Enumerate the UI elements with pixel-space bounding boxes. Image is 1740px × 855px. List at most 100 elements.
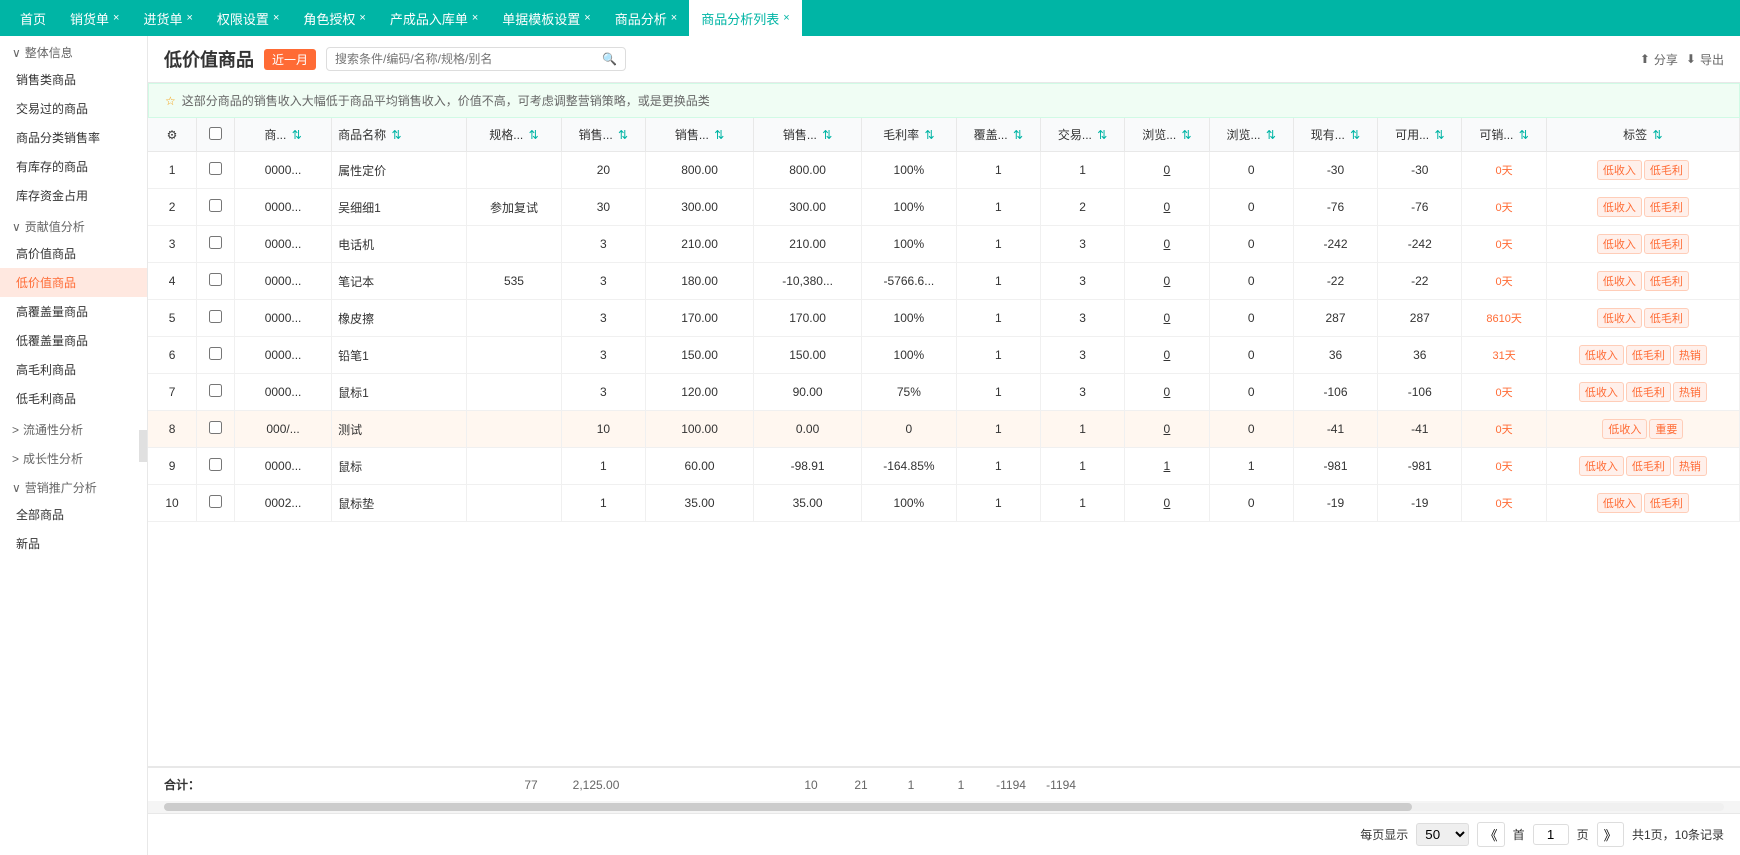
- filter-tag-recent[interactable]: 近一月: [264, 49, 316, 70]
- row-checkbox[interactable]: [209, 199, 222, 212]
- nav-close-product[interactable]: ×: [472, 12, 478, 24]
- cell-code[interactable]: 0000...: [234, 189, 331, 226]
- cell-code[interactable]: 000/...: [234, 411, 331, 448]
- row-checkbox[interactable]: [209, 347, 222, 360]
- cell-browse1[interactable]: 0: [1125, 189, 1209, 226]
- cell-name[interactable]: 橡皮擦: [332, 300, 467, 337]
- row-checkbox[interactable]: [209, 384, 222, 397]
- cell-code[interactable]: 0000...: [234, 226, 331, 263]
- sidebar-item-sales-goods[interactable]: 销售类商品: [0, 65, 147, 94]
- nav-close-goods-analysis[interactable]: ×: [671, 12, 677, 24]
- cell-name[interactable]: 属性定价: [332, 152, 467, 189]
- select-all-checkbox[interactable]: [209, 127, 222, 140]
- cell-code[interactable]: 0000...: [234, 152, 331, 189]
- cell-code[interactable]: 0000...: [234, 337, 331, 374]
- cell-name[interactable]: 笔记本: [332, 263, 467, 300]
- sort-available-icon[interactable]: ⇅: [1434, 128, 1444, 142]
- sidebar-collapse-btn[interactable]: 《: [139, 430, 148, 462]
- sidebar-item-high-coverage[interactable]: 高覆盖量商品: [0, 297, 147, 326]
- sort-name-icon[interactable]: ⇅: [392, 128, 402, 142]
- cell-code[interactable]: 0002...: [234, 485, 331, 522]
- cell-browse1[interactable]: 0: [1125, 485, 1209, 522]
- sort-margin-icon[interactable]: ⇅: [925, 128, 935, 142]
- cell-name[interactable]: 铅笔1: [332, 337, 467, 374]
- nav-product-inbound[interactable]: 产成品入库单 ×: [378, 0, 490, 36]
- cell-name[interactable]: 电话机: [332, 226, 467, 263]
- nav-permission[interactable]: 权限设置 ×: [205, 0, 291, 36]
- nav-close-purchase[interactable]: ×: [186, 12, 192, 24]
- nav-role[interactable]: 角色授权 ×: [291, 0, 377, 36]
- sidebar-item-high-value[interactable]: 高价值商品: [0, 239, 147, 268]
- sort-current-icon[interactable]: ⇅: [1350, 128, 1360, 142]
- nav-close-sales[interactable]: ×: [113, 12, 119, 24]
- settings-icon[interactable]: ⚙: [167, 128, 178, 142]
- search-icon[interactable]: 🔍: [602, 52, 617, 66]
- sort-sellable-icon[interactable]: ⇅: [1519, 128, 1529, 142]
- nav-template[interactable]: 单据模板设置 ×: [490, 0, 602, 36]
- sidebar-item-low-margin[interactable]: 低毛利商品: [0, 384, 147, 413]
- sidebar-item-category-sales[interactable]: 商品分类销售率: [0, 123, 147, 152]
- cell-browse1[interactable]: 0: [1125, 226, 1209, 263]
- next-page-btn[interactable]: 》: [1597, 822, 1624, 847]
- cell-code[interactable]: 0000...: [234, 263, 331, 300]
- sidebar-item-traded-goods[interactable]: 交易过的商品: [0, 94, 147, 123]
- cell-browse1[interactable]: 0: [1125, 300, 1209, 337]
- sidebar-group-marketing[interactable]: ∨ 营销推广分析: [0, 471, 147, 500]
- sort-browse2-icon[interactable]: ⇅: [1266, 128, 1276, 142]
- sort-trade-icon[interactable]: ⇅: [1097, 128, 1107, 142]
- cell-name[interactable]: 鼠标: [332, 448, 467, 485]
- cell-code[interactable]: 0000...: [234, 300, 331, 337]
- cell-name[interactable]: 吴细细1: [332, 189, 467, 226]
- sidebar-item-high-margin[interactable]: 高毛利商品: [0, 355, 147, 384]
- cell-browse1[interactable]: 0: [1125, 374, 1209, 411]
- nav-close-permission[interactable]: ×: [273, 12, 279, 24]
- sort-qty-icon[interactable]: ⇅: [618, 128, 628, 142]
- sidebar-item-all-goods[interactable]: 全部商品: [0, 500, 147, 529]
- sidebar-item-new-goods[interactable]: 新品: [0, 529, 147, 558]
- cell-browse1[interactable]: 1: [1125, 448, 1209, 485]
- sidebar-group-growth[interactable]: > 成长性分析: [0, 442, 147, 471]
- sidebar-item-low-coverage[interactable]: 低覆盖量商品: [0, 326, 147, 355]
- cell-name[interactable]: 鼠标垫: [332, 485, 467, 522]
- first-page-btn[interactable]: 《: [1477, 822, 1504, 847]
- nav-sales[interactable]: 销货单 ×: [58, 0, 131, 36]
- sort-price-icon[interactable]: ⇅: [714, 128, 724, 142]
- nav-purchase[interactable]: 进货单 ×: [131, 0, 204, 36]
- sidebar-item-stock-goods[interactable]: 有库存的商品: [0, 152, 147, 181]
- sidebar-group-contribution[interactable]: ∨ 贡献值分析: [0, 210, 147, 239]
- row-checkbox[interactable]: [209, 421, 222, 434]
- row-checkbox[interactable]: [209, 236, 222, 249]
- cell-code[interactable]: 0000...: [234, 448, 331, 485]
- nav-goods-analysis[interactable]: 商品分析 ×: [603, 0, 689, 36]
- cell-browse1[interactable]: 0: [1125, 152, 1209, 189]
- cell-browse1[interactable]: 0: [1125, 337, 1209, 374]
- sort-spec-icon[interactable]: ⇅: [529, 128, 539, 142]
- share-button[interactable]: ⬆ 分享: [1640, 51, 1678, 68]
- cell-code[interactable]: 0000...: [234, 374, 331, 411]
- row-checkbox[interactable]: [209, 273, 222, 286]
- export-button[interactable]: ⬇ 导出: [1686, 51, 1724, 68]
- sidebar-group-overall[interactable]: ∨ 整体信息: [0, 36, 147, 65]
- cell-name[interactable]: 测试: [332, 411, 467, 448]
- nav-close-role[interactable]: ×: [359, 12, 365, 24]
- row-checkbox[interactable]: [209, 458, 222, 471]
- nav-home[interactable]: 首页: [8, 0, 58, 36]
- sort-code-icon[interactable]: ⇅: [292, 128, 302, 142]
- cell-name[interactable]: 鼠标1: [332, 374, 467, 411]
- cell-browse1[interactable]: 0: [1125, 411, 1209, 448]
- scrollbar[interactable]: [164, 803, 1724, 811]
- row-checkbox[interactable]: [209, 495, 222, 508]
- scrollbar-thumb[interactable]: [164, 803, 1412, 811]
- sort-coverage-icon[interactable]: ⇅: [1013, 128, 1023, 142]
- per-page-select[interactable]: 50 100 200: [1416, 823, 1469, 846]
- cell-browse1[interactable]: 0: [1125, 263, 1209, 300]
- nav-close-template[interactable]: ×: [584, 12, 590, 24]
- nav-goods-analysis-list[interactable]: 商品分析列表 ×: [689, 0, 801, 36]
- page-number-input[interactable]: [1533, 824, 1569, 845]
- sort-amount-icon[interactable]: ⇅: [822, 128, 832, 142]
- row-checkbox[interactable]: [209, 162, 222, 175]
- sort-browse1-icon[interactable]: ⇅: [1182, 128, 1192, 142]
- sidebar-group-circulation[interactable]: > 流通性分析: [0, 413, 147, 442]
- nav-close-goods-list[interactable]: ×: [783, 12, 789, 24]
- row-checkbox[interactable]: [209, 310, 222, 323]
